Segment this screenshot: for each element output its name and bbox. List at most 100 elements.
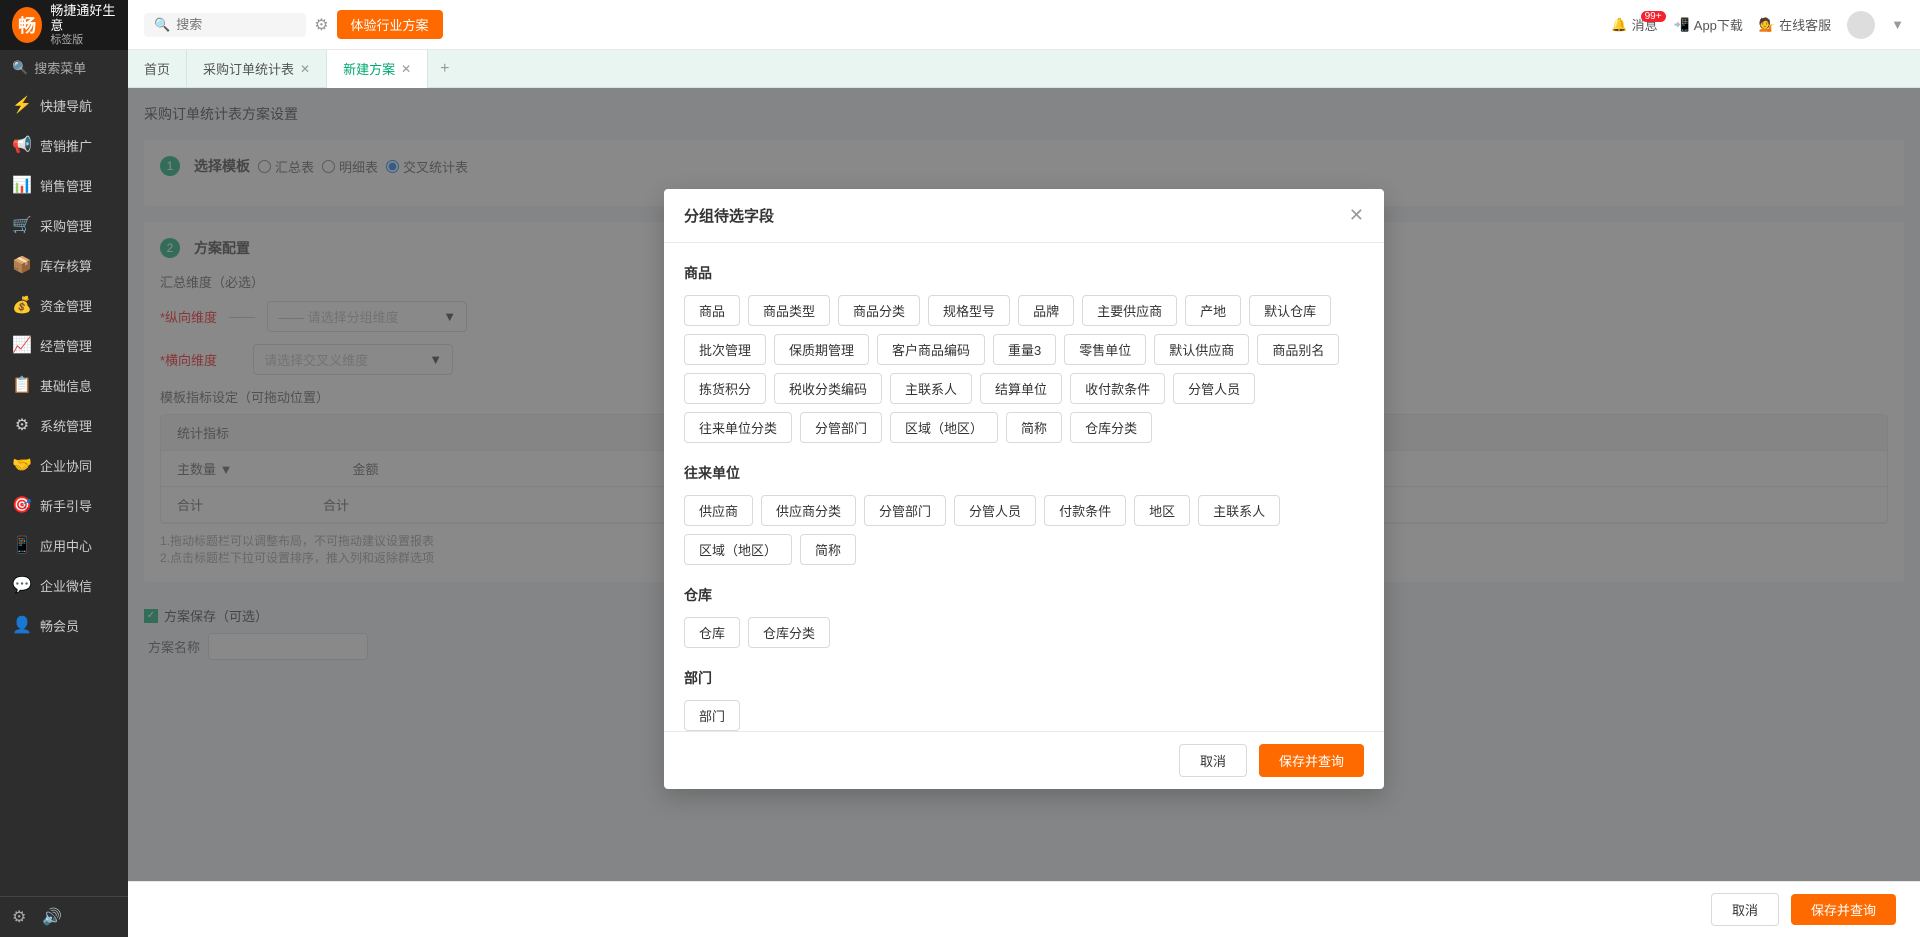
tab-purchase-stats[interactable]: 采购订单统计表✕ [187, 50, 327, 88]
sidebar-item-corp[interactable]: 🤝企业协同 [0, 445, 128, 485]
field-tag-default-supplier[interactable]: 默认供应商 [1154, 334, 1249, 365]
sidebar-item-operation[interactable]: 📈经营管理 [0, 325, 128, 365]
download-icon: 📲 [1674, 17, 1690, 33]
field-tag-spec-type[interactable]: 规格型号 [928, 295, 1010, 326]
field-tag-origin[interactable]: 产地 [1185, 295, 1241, 326]
trial-btn[interactable]: 体验行业方案 [337, 10, 443, 39]
nav-icon-member: 👤 [12, 615, 32, 635]
sidebar-item-marketing[interactable]: 📢营销推广 [0, 125, 128, 165]
logo-icon: 畅 [12, 7, 42, 43]
sidebar-item-system[interactable]: ⚙系统管理 [0, 405, 128, 445]
modal-section-department: 部门部门 [684, 668, 1364, 731]
field-tag-warehouse-cat[interactable]: 仓库分类 [1070, 412, 1152, 443]
sidebar-item-basic[interactable]: 📋基础信息 [0, 365, 128, 405]
nav-icon-inventory: 📦 [12, 255, 32, 275]
settings-icon[interactable]: ⚙ [12, 907, 26, 927]
modal-body: 商品商品商品类型商品分类规格型号品牌主要供应商产地默认仓库批次管理保质期管理客户… [664, 243, 1384, 731]
sidebar-item-purchase[interactable]: 🛒采购管理 [0, 205, 128, 245]
field-tag-dept-mgmt[interactable]: 分管部门 [800, 412, 882, 443]
sidebar-item-guide[interactable]: 🎯新手引导 [0, 485, 128, 525]
field-tag-main-contact-partner[interactable]: 主联系人 [1198, 495, 1280, 526]
tab-close-new-plan[interactable]: ✕ [401, 62, 411, 76]
field-tag-customer-code[interactable]: 客户商品编码 [877, 334, 985, 365]
field-tag-retail-unit[interactable]: 零售单位 [1064, 334, 1146, 365]
audio-icon[interactable]: 🔊 [42, 907, 62, 927]
cancel-btn[interactable]: 取消 [1179, 744, 1247, 777]
field-tag-short-name-product[interactable]: 简称 [1006, 412, 1062, 443]
sidebar-item-quick-nav[interactable]: ⚡快捷导航 [0, 85, 128, 125]
modal-footer: 取消 保存并查询 [664, 731, 1384, 789]
sidebar-bottom: ⚙ 🔊 [0, 896, 128, 937]
field-tags-product: 商品商品类型商品分类规格型号品牌主要供应商产地默认仓库批次管理保质期管理客户商品… [684, 295, 1364, 443]
field-tag-main-supplier[interactable]: 主要供应商 [1082, 295, 1177, 326]
field-tag-payment-cond[interactable]: 付款条件 [1044, 495, 1126, 526]
notification-btn[interactable]: 🔔 99+ 消息 [1611, 15, 1657, 34]
modal-close-btn[interactable]: ✕ [1349, 205, 1364, 226]
sidebar-logo: 畅 畅捷通好生意 标签版 [0, 0, 128, 50]
tab-add-btn[interactable]: + [428, 60, 461, 78]
field-tag-source-unit-cat[interactable]: 往来单位分类 [684, 412, 792, 443]
field-tag-manager-partner[interactable]: 分管人员 [954, 495, 1036, 526]
field-tag-product-type[interactable]: 商品类型 [748, 295, 830, 326]
field-tag-region2-partner[interactable]: 区域（地区） [684, 534, 792, 565]
field-tag-region-product[interactable]: 区域（地区） [890, 412, 998, 443]
field-tag-dept-partner[interactable]: 分管部门 [864, 495, 946, 526]
sidebar-item-sales[interactable]: 📊销售管理 [0, 165, 128, 205]
header-right: 🔔 99+ 消息 📲 App下载 💁 在线客服 ▼ [1611, 11, 1904, 39]
sidebar-item-finance[interactable]: 💰资金管理 [0, 285, 128, 325]
tab-label-new-plan: 新建方案 [343, 59, 395, 78]
field-tag-batch-mgmt[interactable]: 批次管理 [684, 334, 766, 365]
sidebar-search[interactable]: 🔍 搜索菜单 [0, 50, 128, 85]
settings-icon[interactable]: ⚙ [314, 15, 328, 35]
tab-close-purchase-stats[interactable]: ✕ [300, 62, 310, 76]
field-tag-settlement-unit[interactable]: 结算单位 [980, 373, 1062, 404]
field-tag-dept[interactable]: 部门 [684, 700, 740, 731]
tab-label-home: 首页 [144, 59, 170, 78]
app-download-btn[interactable]: 📲 App下载 [1674, 15, 1743, 34]
field-tag-product-alias[interactable]: 商品别名 [1257, 334, 1339, 365]
tab-new-plan[interactable]: 新建方案 ✕ [327, 50, 428, 88]
field-tag-payment-terms[interactable]: 收付款条件 [1070, 373, 1165, 404]
field-tag-expiry-mgmt[interactable]: 保质期管理 [774, 334, 869, 365]
tab-home[interactable]: 首页 [128, 50, 187, 88]
field-tag-brand[interactable]: 品牌 [1018, 295, 1074, 326]
nav-icon-marketing: 📢 [12, 135, 32, 155]
sidebar-item-member[interactable]: 👤畅会员 [0, 605, 128, 645]
header-search-box: 🔍 [144, 13, 306, 37]
nav-icon-guide: 🎯 [12, 495, 32, 515]
nav-icon-corp: 🤝 [12, 455, 32, 475]
header: 🔍 ⚙ 体验行业方案 🔔 99+ 消息 📲 App下载 💁 在线客服 ▼ [128, 0, 1920, 50]
sidebar: 畅 畅捷通好生意 标签版 🔍 搜索菜单 ⚡快捷导航📢营销推广📊销售管理🛒采购管理… [0, 0, 128, 937]
online-support-btn[interactable]: 💁 在线客服 [1759, 15, 1831, 34]
search-input[interactable] [176, 17, 296, 32]
avatar[interactable] [1847, 11, 1875, 39]
field-tag-warehouse-category[interactable]: 仓库分类 [748, 617, 830, 648]
nav-icon-system: ⚙ [12, 415, 32, 435]
field-tag-pickup-score[interactable]: 拣货积分 [684, 373, 766, 404]
field-tag-warehouse[interactable]: 仓库 [684, 617, 740, 648]
bottom-cancel-btn[interactable]: 取消 [1711, 893, 1779, 926]
field-tags-department: 部门 [684, 700, 1364, 731]
sidebar-item-inventory[interactable]: 📦库存核算 [0, 245, 128, 285]
notification-badge: 99+ [1641, 11, 1666, 22]
field-tag-tax-code[interactable]: 税收分类编码 [774, 373, 882, 404]
field-tag-supplier[interactable]: 供应商 [684, 495, 753, 526]
field-tag-supplier-cat[interactable]: 供应商分类 [761, 495, 856, 526]
field-tag-default-warehouse[interactable]: 默认仓库 [1249, 295, 1331, 326]
header-search-icon: 🔍 [154, 17, 170, 33]
field-tag-product-category[interactable]: 商品分类 [838, 295, 920, 326]
bottom-bar: 取消 保存并查询 [128, 881, 1920, 937]
bottom-save-query-btn[interactable]: 保存并查询 [1791, 894, 1896, 925]
field-tag-main-contact[interactable]: 主联系人 [890, 373, 972, 404]
save-query-btn[interactable]: 保存并查询 [1259, 744, 1364, 777]
field-tag-weight3[interactable]: 重量3 [993, 334, 1056, 365]
field-tag-region-partner[interactable]: 地区 [1134, 495, 1190, 526]
field-tag-short-name-partner[interactable]: 简称 [800, 534, 856, 565]
sidebar-item-app[interactable]: 📱应用中心 [0, 525, 128, 565]
sidebar-item-wechat[interactable]: 💬企业微信 [0, 565, 128, 605]
field-tag-manager[interactable]: 分管人员 [1173, 373, 1255, 404]
modal-header: 分组待选字段 ✕ [664, 189, 1384, 243]
field-tag-product[interactable]: 商品 [684, 295, 740, 326]
user-menu-icon[interactable]: ▼ [1891, 17, 1904, 32]
nav-icon-purchase: 🛒 [12, 215, 32, 235]
